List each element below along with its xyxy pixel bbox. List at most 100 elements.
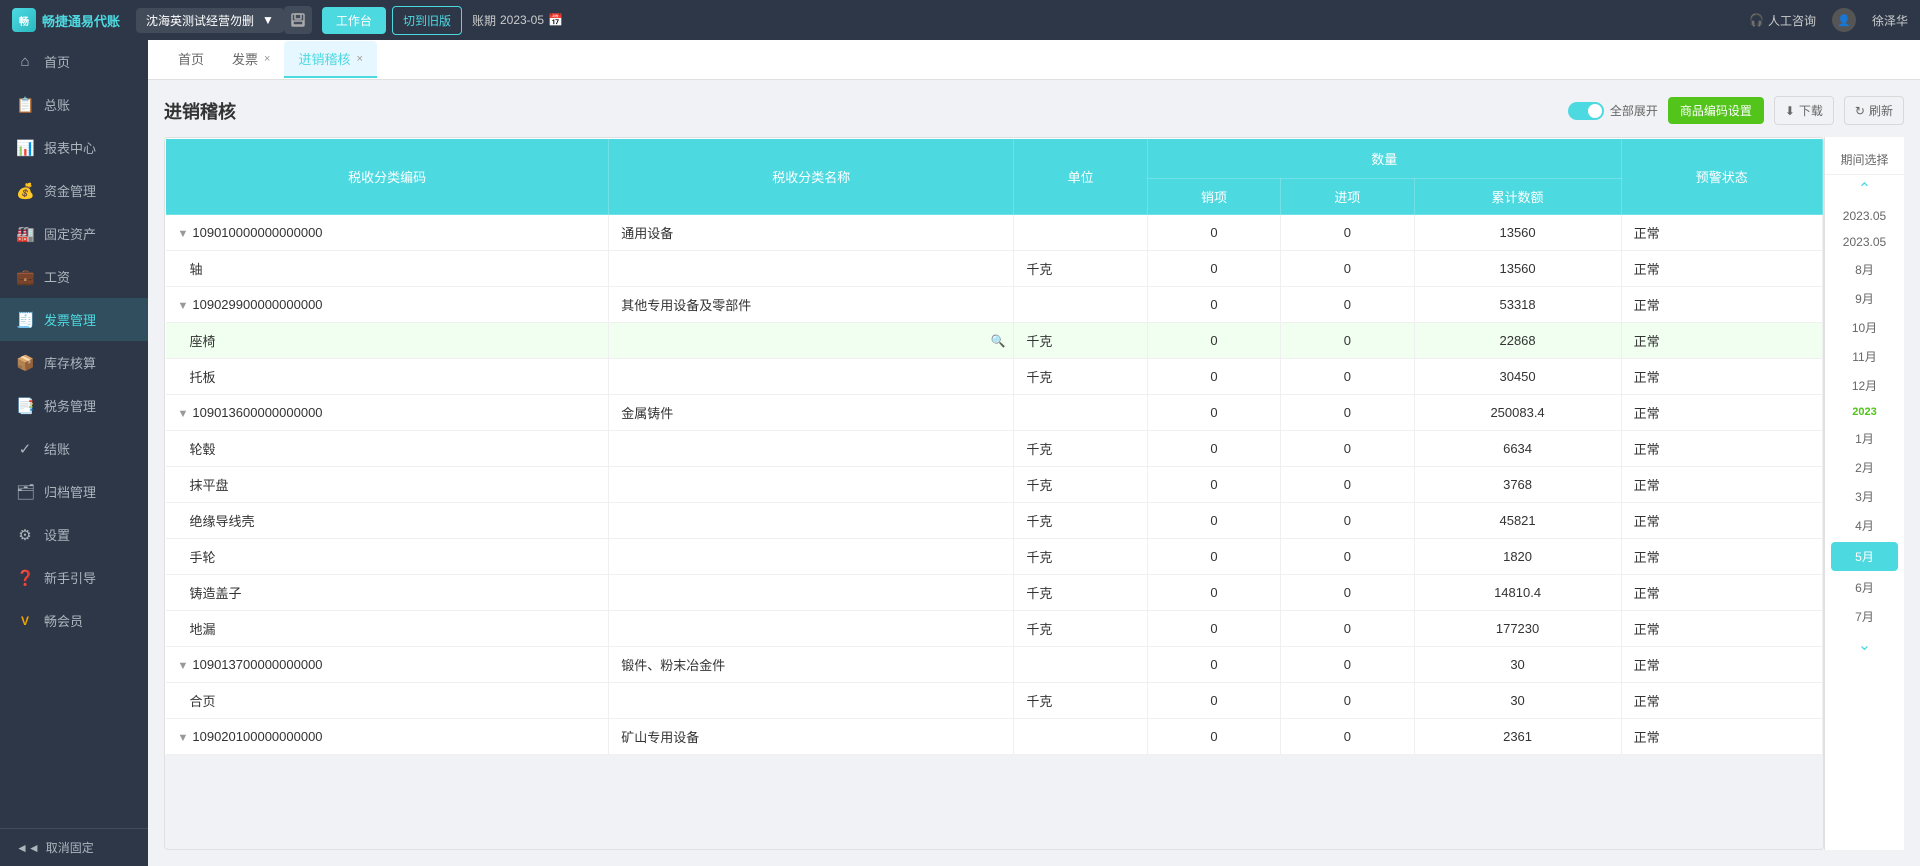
period-item[interactable]: 2023.05 <box>1825 229 1904 255</box>
expand-icon[interactable]: ▼ <box>178 732 189 744</box>
tab-reconcile-label: 进销稽核 <box>298 49 350 68</box>
row-name: 锻件、粉末冶金件 <box>609 647 1014 683</box>
period-value: 2023-05 <box>500 13 544 27</box>
sidebar-item-invoice[interactable]: 🧾 发票管理 <box>0 298 148 341</box>
sidebar-label-funds: 资金管理 <box>44 181 96 200</box>
period-item[interactable]: 3月 <box>1825 482 1904 511</box>
expand-icon[interactable]: ▼ <box>178 300 189 312</box>
period-item[interactable]: 2月 <box>1825 453 1904 482</box>
scroll-up-button[interactable]: ⌃ <box>1825 175 1904 203</box>
period-item[interactable]: 7月 <box>1825 602 1904 631</box>
expand-toggle[interactable] <box>1568 102 1604 120</box>
expand-icon[interactable]: ▼ <box>178 228 189 240</box>
row-leiji: 53318 <box>1414 287 1621 323</box>
table-row: ▼109013600000000000 金属铸件 0 0 250083.4 正常 <box>166 395 1823 431</box>
row-leiji: 2361 <box>1414 719 1621 755</box>
pin-icon: ◄◄ <box>16 841 40 855</box>
period-item[interactable]: 1月 <box>1825 424 1904 453</box>
workbench-button[interactable]: 工作台 <box>322 7 386 34</box>
refresh-button[interactable]: ↻ 刷新 <box>1844 96 1904 125</box>
table-row: 手轮 千克 0 0 1820 正常 <box>166 539 1823 575</box>
download-button[interactable]: ⬇ 下载 <box>1774 96 1834 125</box>
sidebar-item-home[interactable]: ⌂ 首页 <box>0 40 148 83</box>
row-jinxiang: 0 <box>1281 647 1414 683</box>
tab-home-label: 首页 <box>178 49 204 68</box>
page-title-bar: 进销稽核 全部展开 商品编码设置 ⬇ 下载 <box>164 96 1904 125</box>
user-avatar: 👤 <box>1832 8 1856 32</box>
main-area: ⌂ 首页 📋 总账 📊 报表中心 💰 资金管理 🏭 固定资产 💼 工资 <box>0 40 1920 866</box>
sidebar-item-archive[interactable]: 🗂 归档管理 <box>0 470 148 513</box>
table-row: 托板 千克 0 0 30450 正常 <box>166 359 1823 395</box>
product-code-button[interactable]: 商品编码设置 <box>1668 97 1764 124</box>
period-item[interactable]: 8月 <box>1825 255 1904 284</box>
sidebar-item-reports[interactable]: 📊 报表中心 <box>0 126 148 169</box>
row-xiaoxiang: 0 <box>1147 719 1280 755</box>
row-name: 金属铸件 <box>609 395 1014 431</box>
row-jinxiang: 0 <box>1281 539 1414 575</box>
top-right: 🎧 人工咨询 👤 徐泽华 <box>1749 8 1908 32</box>
row-xiaoxiang: 0 <box>1147 683 1280 719</box>
sidebar-item-inventory[interactable]: 📦 库存核算 <box>0 341 148 384</box>
period-item[interactable]: 9月 <box>1825 284 1904 313</box>
row-status: 正常 <box>1621 719 1822 755</box>
row-xiaoxiang: 0 <box>1147 287 1280 323</box>
tab-reconcile[interactable]: 进销稽核 × <box>284 41 376 78</box>
table-container[interactable]: 税收分类编码 税收分类名称 单位 数量 预警状态 销项 进项 累计数额 <box>164 137 1824 850</box>
row-jinxiang: 0 <box>1281 323 1414 359</box>
tab-invoice-close[interactable]: × <box>264 53 270 65</box>
sidebar-item-settings[interactable]: ⚙ 设置 <box>0 513 148 556</box>
content-area: 首页 发票 × 进销稽核 × 进销稽核 <box>148 40 1920 866</box>
row-unit: 千克 <box>1014 575 1147 611</box>
period-item-active[interactable]: 5月 <box>1831 542 1898 571</box>
sidebar-item-payroll[interactable]: 💼 工资 <box>0 255 148 298</box>
user-name: 徐泽华 <box>1872 12 1908 29</box>
sidebar: ⌂ 首页 📋 总账 📊 报表中心 💰 资金管理 🏭 固定资产 💼 工资 <box>0 40 148 866</box>
row-xiaoxiang: 0 <box>1147 647 1280 683</box>
row-jinxiang: 0 <box>1281 215 1414 251</box>
sidebar-item-member[interactable]: V 畅会员 <box>0 599 148 642</box>
row-name <box>609 359 1014 395</box>
row-code: ▼109029900000000000 <box>166 287 609 323</box>
ai-consult-button[interactable]: 🎧 人工咨询 <box>1749 12 1816 29</box>
row-name <box>609 575 1014 611</box>
row-name: 矿山专用设备 <box>609 719 1014 755</box>
sidebar-item-funds[interactable]: 💰 资金管理 <box>0 169 148 212</box>
sidebar-item-settlement[interactable]: ✓ 结账 <box>0 427 148 470</box>
app-logo-text: 畅捷通易代账 <box>42 11 120 30</box>
content-wrapper: 税收分类编码 税收分类名称 单位 数量 预警状态 销项 进项 累计数额 <box>164 137 1904 850</box>
sidebar-item-assets[interactable]: 🏭 固定资产 <box>0 212 148 255</box>
row-status: 正常 <box>1621 539 1822 575</box>
row-jinxiang: 0 <box>1281 719 1414 755</box>
company-selector[interactable]: 沈海英测试经营勿删 ▼ <box>136 8 284 33</box>
row-leiji: 45821 <box>1414 503 1621 539</box>
scroll-down-button[interactable]: ⌄ <box>1825 631 1904 659</box>
period-item[interactable]: 2023.05 <box>1825 203 1904 229</box>
switch-version-button[interactable]: 切到旧版 <box>392 6 462 35</box>
tab-reconcile-close[interactable]: × <box>356 53 362 65</box>
tab-bar: 首页 发票 × 进销稽核 × <box>148 40 1920 80</box>
sidebar-item-tax[interactable]: 📑 税务管理 <box>0 384 148 427</box>
period-item[interactable]: 12月 <box>1825 371 1904 400</box>
period-item[interactable]: 11月 <box>1825 342 1904 371</box>
row-leiji: 30 <box>1414 683 1621 719</box>
save-button[interactable] <box>284 6 312 34</box>
period-item[interactable]: 4月 <box>1825 511 1904 540</box>
row-unit <box>1014 287 1147 323</box>
period-item[interactable]: 6月 <box>1825 573 1904 602</box>
sidebar-unpin-button[interactable]: ◄◄ 取消固定 <box>0 828 148 866</box>
right-panel-header: 期间选择 <box>1825 145 1904 175</box>
expand-icon[interactable]: ▼ <box>178 660 189 672</box>
calendar-icon[interactable]: 📅 <box>548 13 563 27</box>
tab-home[interactable]: 首页 <box>164 41 218 78</box>
period-item[interactable]: 10月 <box>1825 313 1904 342</box>
row-code: 座椅 <box>166 323 609 359</box>
row-name <box>609 539 1014 575</box>
sidebar-item-guide[interactable]: ❓ 新手引导 <box>0 556 148 599</box>
row-jinxiang: 0 <box>1281 683 1414 719</box>
tab-invoice[interactable]: 发票 × <box>218 41 284 78</box>
row-leiji: 14810.4 <box>1414 575 1621 611</box>
expand-icon[interactable]: ▼ <box>178 408 189 420</box>
table-row: 铸造盖子 千克 0 0 14810.4 正常 <box>166 575 1823 611</box>
row-status: 正常 <box>1621 683 1822 719</box>
sidebar-item-ledger[interactable]: 📋 总账 <box>0 83 148 126</box>
